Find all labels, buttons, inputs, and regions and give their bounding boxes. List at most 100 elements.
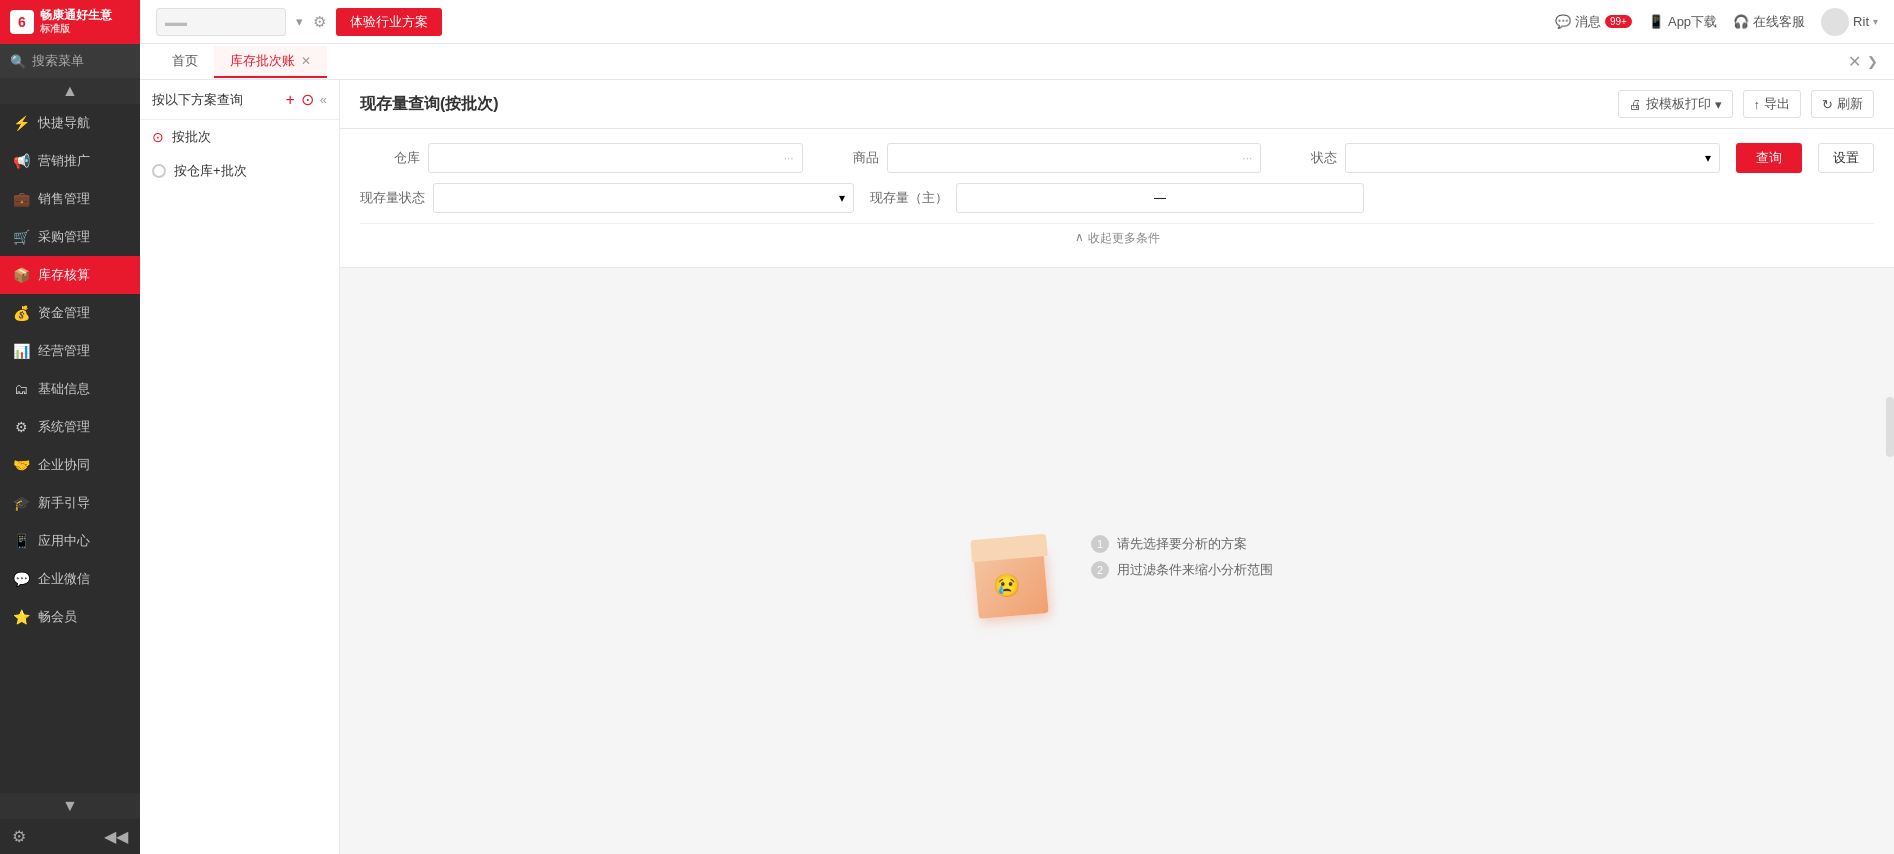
status-dropdown-icon: ▾ xyxy=(1705,151,1711,165)
export-icon: ↑ xyxy=(1754,97,1761,112)
status-field: 状态 ▾ xyxy=(1277,143,1720,173)
sidebar-search[interactable]: 🔍 搜索菜单 xyxy=(0,44,140,78)
sidebar-scroll-down[interactable]: ▼ xyxy=(0,793,140,819)
nav-icon-enterprise: 🤝 xyxy=(12,456,30,474)
settings-btn[interactable]: 设置 xyxy=(1818,143,1874,173)
sidebar-item-quick-nav[interactable]: ⚡ 快捷导航 xyxy=(0,104,140,142)
phone-icon: 📱 xyxy=(1648,14,1664,29)
sidebar-item-marketing[interactable]: 📢 营销推广 xyxy=(0,142,140,180)
user-dropdown-icon: ▾ xyxy=(1873,16,1878,27)
nav-icon-wechat: 💬 xyxy=(12,570,30,588)
sidebar-item-management[interactable]: 📊 经营管理 xyxy=(0,332,140,370)
tab-inventory-batch[interactable]: 库存批次账 ✕ xyxy=(214,46,327,78)
nav-icon-purchase: 🛒 xyxy=(12,228,30,246)
nav-label-mgmt: 经营管理 xyxy=(38,342,90,360)
warehouse-input[interactable]: ··· xyxy=(428,143,803,173)
filter-item-by-warehouse[interactable]: 按仓库+批次 xyxy=(140,154,339,188)
settings-icon[interactable]: ⚙ xyxy=(12,827,26,846)
sidebar-item-guide[interactable]: 🎓 新手引导 xyxy=(0,484,140,522)
sidebar-scroll-up[interactable]: ▲ xyxy=(0,78,140,104)
search-row-2: 现存量状态 ▾ 现存量（主） — xyxy=(360,183,1874,213)
collapse-sidebar-icon[interactable]: ◀◀ xyxy=(104,827,128,846)
filter-panel-header: 按以下方案查询 + ⊙ « xyxy=(140,80,339,120)
export-btn-label: 导出 xyxy=(1764,95,1790,113)
empty-text: 1 请先选择要分析的方案 2 用过滤条件来缩小分析范围 xyxy=(1091,535,1273,587)
empty-step-1-text: 请先选择要分析的方案 xyxy=(1117,535,1247,553)
sidebar-item-purchase[interactable]: 🛒 采购管理 xyxy=(0,218,140,256)
messages-icon: 💬 xyxy=(1555,14,1571,29)
nav-label-purchase: 采购管理 xyxy=(38,228,90,246)
right-scrollbar[interactable] xyxy=(1886,397,1894,457)
sidebar-item-basic-info[interactable]: 🗂 基础信息 xyxy=(0,370,140,408)
topbar-dropdown-icon[interactable]: ▾ xyxy=(296,14,303,29)
refresh-btn[interactable]: ↻ 刷新 xyxy=(1811,90,1874,118)
app-version: 标准版 xyxy=(40,22,112,36)
stock-qty-dash: — xyxy=(1154,191,1166,205)
online-service-action[interactable]: 🎧 在线客服 xyxy=(1733,13,1805,31)
product-input[interactable]: ··· xyxy=(887,143,1262,173)
user-action[interactable]: Rit ▾ xyxy=(1821,8,1878,36)
filter-item-by-batch[interactable]: ⊙ 按批次 xyxy=(140,120,339,154)
nav-label-basic: 基础信息 xyxy=(38,380,90,398)
experience-btn[interactable]: 体验行业方案 xyxy=(336,8,442,36)
filter-item-label-batch: 按批次 xyxy=(172,128,211,146)
messages-action[interactable]: 💬 消息 99+ xyxy=(1555,13,1632,31)
sidebar-item-system[interactable]: ⚙ 系统管理 xyxy=(0,408,140,446)
print-btn[interactable]: 🖨 按模板打印 ▾ xyxy=(1618,90,1733,118)
sidebar-item-enterprise[interactable]: 🤝 企业协同 xyxy=(0,446,140,484)
product-field: 商品 ··· xyxy=(819,143,1262,173)
tab-panel-expand-icon[interactable]: ❯ xyxy=(1867,54,1878,69)
messages-badge: 99+ xyxy=(1605,15,1632,28)
sidebar-footer: ⚙ ◀◀ xyxy=(0,819,140,854)
sidebar-item-wechat[interactable]: 💬 企业微信 xyxy=(0,560,140,598)
tab-close-icon[interactable]: ✕ xyxy=(301,54,311,68)
filter-item-icon-batch: ⊙ xyxy=(152,129,164,145)
nav-label-app: 应用中心 xyxy=(38,532,90,550)
filter-collapse-btn[interactable]: « xyxy=(320,92,327,107)
stock-qty-range: — xyxy=(956,183,1364,213)
product-more-icon[interactable]: ··· xyxy=(1242,151,1252,165)
filter-panel-title: 按以下方案查询 xyxy=(152,91,243,109)
sidebar-item-member[interactable]: ⭐ 畅会员 xyxy=(0,598,140,636)
nav-icon-marketing: 📢 xyxy=(12,152,30,170)
tab-home[interactable]: 首页 xyxy=(156,46,214,78)
warehouse-more-icon[interactable]: ··· xyxy=(784,151,794,165)
tab-panel-close-btn[interactable]: ✕ xyxy=(1848,52,1861,71)
status-select[interactable]: ▾ xyxy=(1345,143,1720,173)
nav-icon-guide: 🎓 xyxy=(12,494,30,512)
nav-label-sales: 销售管理 xyxy=(38,190,90,208)
nav-label-wechat: 企业微信 xyxy=(38,570,90,588)
stock-status-select[interactable]: ▾ xyxy=(433,183,854,213)
stock-qty-min-input[interactable] xyxy=(1066,191,1146,205)
sidebar-item-app-center[interactable]: 📱 应用中心 xyxy=(0,522,140,560)
sidebar: 6 畅康通好生意 标准版 🔍 搜索菜单 ▲ ⚡ 快捷导航 📢 营销推广 💼 销售… xyxy=(0,0,140,854)
collapse-text: 收起更多条件 xyxy=(1088,230,1160,247)
sidebar-item-finance[interactable]: 💰 资金管理 xyxy=(0,294,140,332)
topbar-right: 💬 消息 99+ 📱 App下载 🎧 在线客服 Rit ▾ xyxy=(1555,8,1878,36)
topbar-left: ▬▬ ▾ ⚙ 体验行业方案 xyxy=(156,8,442,36)
main-content: 现存量查询(按批次) 🖨 按模板打印 ▾ ↑ 导出 ↻ 刷新 xyxy=(340,80,1894,854)
collapse-row[interactable]: ∧ 收起更多条件 xyxy=(360,223,1874,253)
sidebar-item-inventory[interactable]: 📦 库存核算 xyxy=(0,256,140,294)
tab-inventory-batch-label: 库存批次账 xyxy=(230,52,295,70)
step-num-2: 2 xyxy=(1091,561,1109,579)
nav-label-marketing: 营销推广 xyxy=(38,152,90,170)
nav-label-system: 系统管理 xyxy=(38,418,90,436)
print-icon: 🖨 xyxy=(1629,97,1642,112)
online-service-label: 在线客服 xyxy=(1753,13,1805,31)
sidebar-item-sales[interactable]: 💼 销售管理 xyxy=(0,180,140,218)
messages-label: 消息 xyxy=(1575,13,1601,31)
warehouse-field: 仓库 ··· xyxy=(360,143,803,173)
query-btn[interactable]: 查询 xyxy=(1736,143,1802,173)
step-num-1: 1 xyxy=(1091,535,1109,553)
filter-add-btn[interactable]: + xyxy=(285,91,294,109)
status-label: 状态 xyxy=(1277,149,1337,167)
stock-qty-max-input[interactable] xyxy=(1174,191,1254,205)
nav-label-finance: 资金管理 xyxy=(38,304,90,322)
nav-icon-inventory: 📦 xyxy=(12,266,30,284)
topbar-gear-icon[interactable]: ⚙ xyxy=(313,13,326,31)
export-btn[interactable]: ↑ 导出 xyxy=(1743,90,1802,118)
app-download-action[interactable]: 📱 App下载 xyxy=(1648,13,1717,31)
filter-settings-btn[interactable]: ⊙ xyxy=(301,90,314,109)
refresh-btn-label: 刷新 xyxy=(1837,95,1863,113)
